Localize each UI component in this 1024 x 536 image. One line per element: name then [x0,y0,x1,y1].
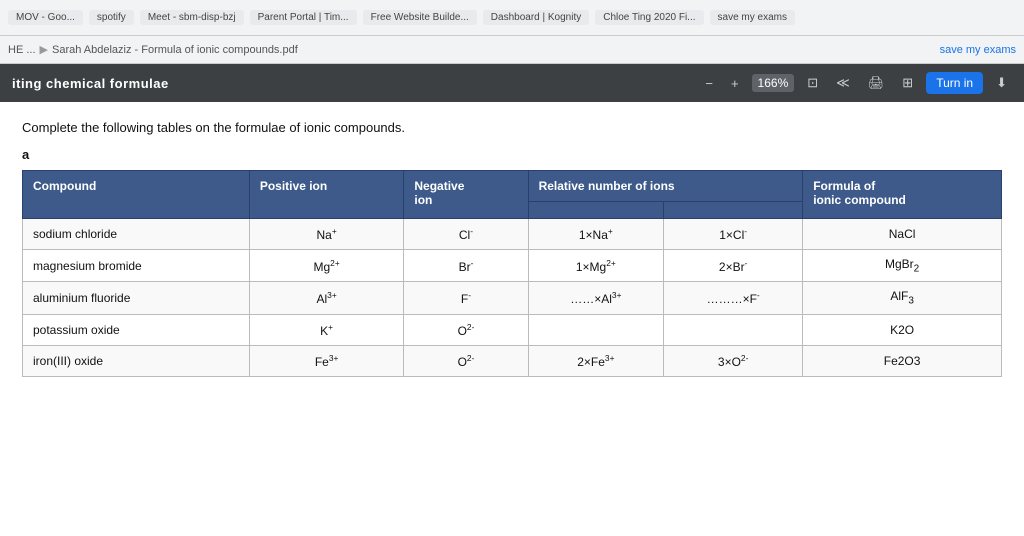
tab-spotify[interactable]: spotify [89,10,134,25]
cell-positive-ion: Na+ [249,219,404,250]
col-formula: Formula ofionic compound [803,171,1002,219]
breadcrumb-he: HE ... [8,44,36,56]
cell-negative-ion: O2- [404,345,528,376]
share-button[interactable]: ≪ [831,73,855,93]
cell-negative-ion: F- [404,282,528,314]
tab-mov[interactable]: MOV - Goo... [8,10,83,25]
turn-in-button[interactable]: Turn in [926,72,983,94]
pdf-viewer-bar: iting chemical formulae − + 166% ⊡ ≪ 🖨 ⊞… [0,64,1024,102]
breadcrumb-separator: ▶ [40,43,48,56]
cell-compound: potassium oxide [23,314,250,345]
zoom-out-button[interactable]: − [700,74,718,93]
zoom-in-button[interactable]: + [726,74,744,93]
table-row: iron(III) oxide Fe3+ O2- 2×Fe3+ 3×O2- Fe… [23,345,1002,376]
cell-negative-ion: Br- [404,250,528,282]
pdf-controls: − + 166% ⊡ ≪ 🖨 ⊞ Turn in ⬇ [700,72,1012,94]
breadcrumb: HE ... ▶ Sarah Abdelaziz - Formula of io… [8,43,298,56]
cell-rel1: 1×Na+ [528,219,664,250]
breadcrumb-filename: Sarah Abdelaziz - Formula of ionic compo… [52,44,298,56]
print-button[interactable]: 🖨 [863,73,890,93]
col-rel-sub2 [664,202,803,219]
pdf-title: iting chemical formulae [12,76,169,91]
tab-website[interactable]: Free Website Builde... [363,10,477,25]
pdf-content-area: Complete the following tables on the for… [0,102,1024,536]
cell-compound: sodium chloride [23,219,250,250]
tab-savemyexams[interactable]: save my exams [710,10,795,25]
zoom-level: 166% [752,74,795,92]
section-label: a [22,147,1002,162]
table-row: aluminium fluoride Al3+ F- ……×Al3+ ………×F… [23,282,1002,314]
fit-page-button[interactable]: ⊡ [802,73,823,93]
table-row: magnesium bromide Mg2+ Br- 1×Mg2+ 2×Br- … [23,250,1002,282]
address-bar: HE ... ▶ Sarah Abdelaziz - Formula of io… [0,36,1024,64]
cell-positive-ion: Al3+ [249,282,404,314]
cell-formula: Fe2O3 [803,345,1002,376]
download-button[interactable]: ⊞ [897,73,918,93]
cell-compound: aluminium fluoride [23,282,250,314]
save-my-exams-link[interactable]: save my exams [940,44,1016,56]
cell-formula: MgBr2 [803,250,1002,282]
cell-rel2: 3×O2- [664,345,803,376]
more-options-button[interactable]: ⬇ [991,73,1012,93]
toolbar-right: save my exams [940,44,1016,56]
cell-rel2: 1×Cl- [664,219,803,250]
cell-rel2: ………×F- [664,282,803,314]
cell-compound: iron(III) oxide [23,345,250,376]
cell-rel2 [664,314,803,345]
cell-negative-ion: O2- [404,314,528,345]
cell-formula: K2O [803,314,1002,345]
cell-positive-ion: K+ [249,314,404,345]
tab-list: MOV - Goo... spotify Meet - sbm-disp-bzj… [8,10,795,25]
instruction-text: Complete the following tables on the for… [22,120,1002,135]
col-rel-sub1 [528,202,664,219]
cell-rel1: ……×Al3+ [528,282,664,314]
tab-parent[interactable]: Parent Portal | Tim... [250,10,357,25]
table-row: potassium oxide K+ O2- K2O [23,314,1002,345]
cell-rel2: 2×Br- [664,250,803,282]
table-row: sodium chloride Na+ Cl- 1×Na+ 1×Cl- NaCl [23,219,1002,250]
cell-positive-ion: Mg2+ [249,250,404,282]
tab-kognity[interactable]: Dashboard | Kognity [483,10,589,25]
cell-negative-ion: Cl- [404,219,528,250]
cell-formula: NaCl [803,219,1002,250]
browser-tab-bar: MOV - Goo... spotify Meet - sbm-disp-bzj… [0,0,1024,36]
tab-meet[interactable]: Meet - sbm-disp-bzj [140,10,244,25]
cell-rel1: 1×Mg2+ [528,250,664,282]
ionic-compounds-table: Compound Positive ion Negativeion Relati… [22,170,1002,377]
cell-compound: magnesium bromide [23,250,250,282]
tab-chloe[interactable]: Chloe Ting 2020 Fi... [595,10,703,25]
col-negative-ion: Negativeion [404,171,528,219]
col-compound: Compound [23,171,250,219]
col-positive-ion: Positive ion [249,171,404,219]
cell-positive-ion: Fe3+ [249,345,404,376]
cell-formula: AlF3 [803,282,1002,314]
col-relative-number: Relative number of ions [528,171,803,202]
cell-rel1 [528,314,664,345]
cell-rel1: 2×Fe3+ [528,345,664,376]
